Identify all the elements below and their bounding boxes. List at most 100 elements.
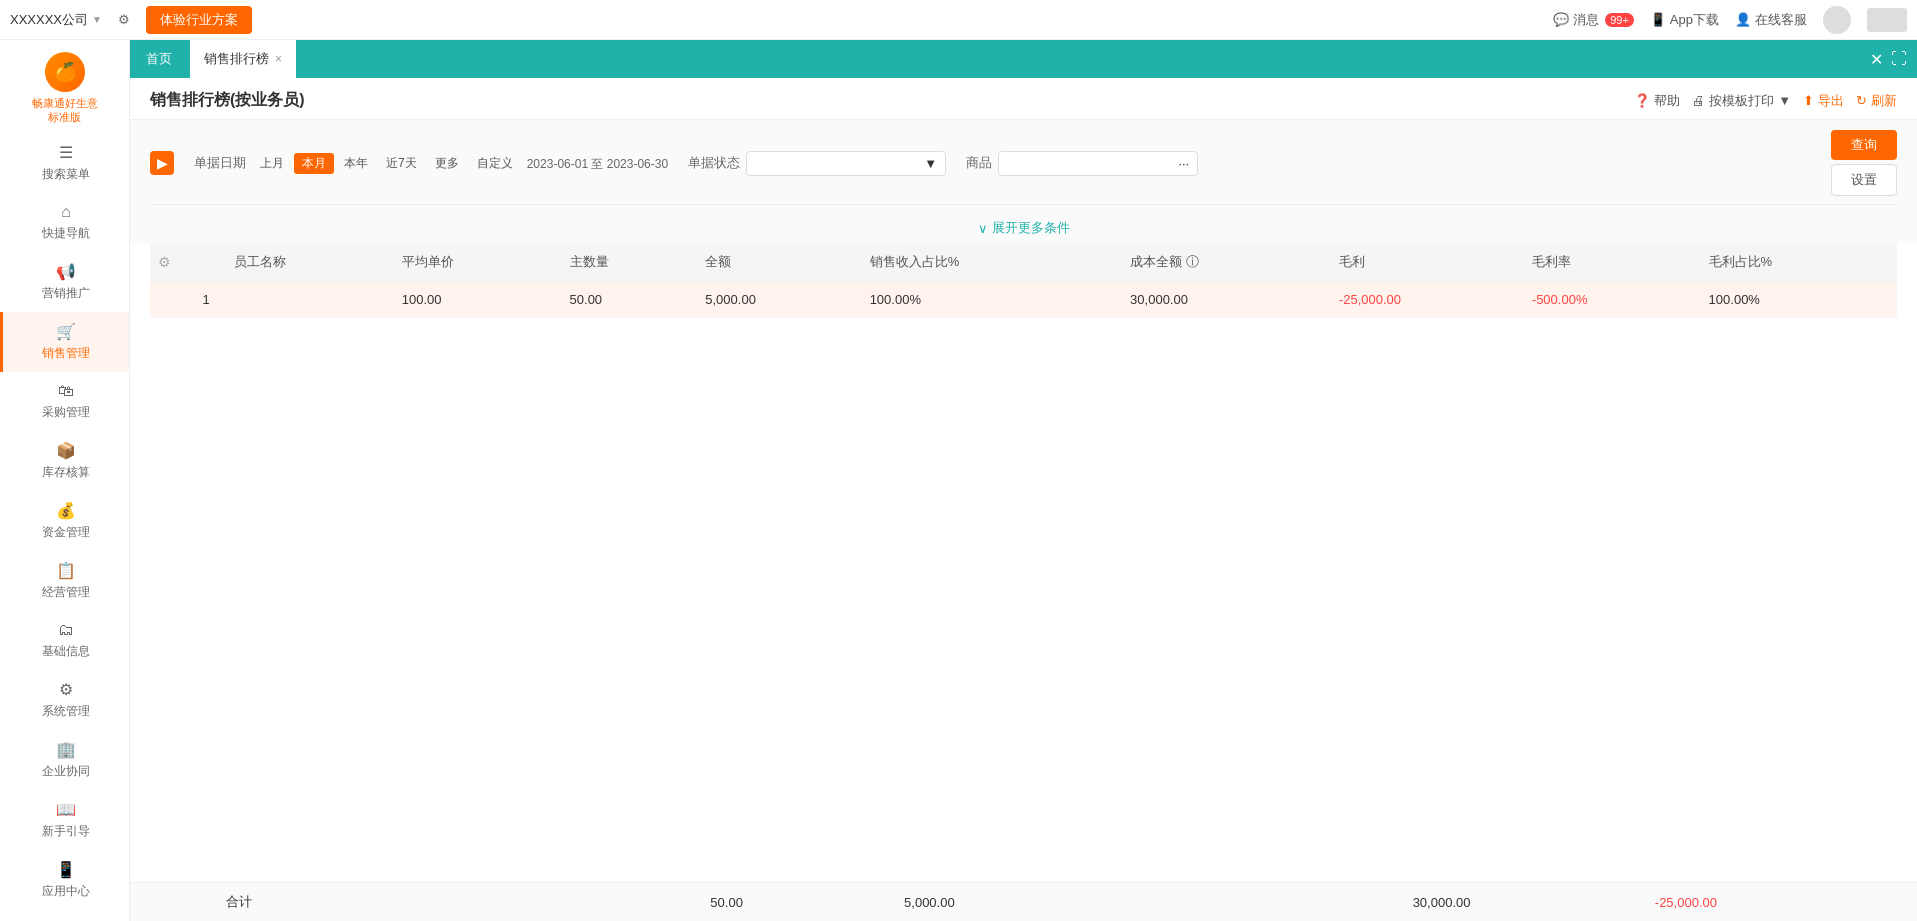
help-label: 帮助 [1654, 92, 1680, 110]
table-footer: 合计 50.00 5,000.00 30,000.00 -25,000.00 [130, 882, 1917, 921]
tab-minimize-icon[interactable]: ✕ [1870, 50, 1883, 69]
page-title: 销售排行榜(按业务员) [150, 90, 305, 111]
col-profit-rate: 毛利率 [1524, 243, 1701, 282]
footer-table: 合计 50.00 5,000.00 30,000.00 -25,000.00 [150, 893, 1897, 911]
print-button[interactable]: 🖨 按模板打印 ▼ [1692, 92, 1791, 110]
footer-amount: 5,000.00 [904, 893, 1146, 911]
refresh-button[interactable]: ↻ 刷新 [1856, 92, 1897, 110]
filter-grid: ▶ 单据日期 上月 本月 本年 近7天 更多 自定义 2023-06-01 至 … [150, 130, 1897, 196]
export-button[interactable]: ⬆ 导出 [1803, 92, 1844, 110]
user-avatar[interactable] [1823, 6, 1851, 34]
sidebar-item-label: 销售管理 [42, 345, 90, 362]
sidebar-item-wechat[interactable]: 💬 企业微信 [0, 910, 129, 921]
table-header: ⚙ 员工名称 平均单价 主数量 全额 销售收入占比% 成本全额 ⓘ 毛利 毛利率… [150, 243, 1897, 282]
table-body: 1 100.00 50.00 5,000.00 100.00% 30,000.0… [150, 282, 1897, 318]
company-selector[interactable]: XXXXXX公司 ▼ [10, 11, 102, 29]
top-bar: XXXXXX公司 ▼ ⚙ 体验行业方案 💬 消息 99+ 📱 App下载 👤 在… [0, 0, 1917, 40]
main-content: 首页 销售排行榜 × ✕ ⛶ 销售排行榜(按业务员) ❓ 帮助 [130, 40, 1917, 921]
online-service-label: 在线客服 [1755, 11, 1807, 29]
sidebar-item-inventory[interactable]: 📦 库存核算 [0, 431, 129, 491]
sidebar-item-sales[interactable]: 🛒 销售管理 [0, 312, 129, 372]
status-select[interactable]: ▼ [746, 151, 946, 176]
query-button[interactable]: 查询 [1831, 130, 1897, 160]
date-filter-label: 单据日期 [194, 154, 246, 172]
status-filter: 单据状态 ▼ [688, 151, 946, 176]
top-bar-right: 💬 消息 99+ 📱 App下载 👤 在线客服 [1553, 6, 1907, 34]
logo-icon: 🍊 [45, 52, 85, 92]
sidebar-item-finance[interactable]: 💰 资金管理 [0, 491, 129, 551]
sidebar-item-apps[interactable]: 📱 应用中心 [0, 850, 129, 910]
header-actions: ❓ 帮助 🖨 按模板打印 ▼ ⬆ 导出 ↻ 刷新 [1634, 92, 1897, 110]
apps-icon: 📱 [56, 860, 76, 879]
column-settings-icon[interactable]: ⚙ [158, 254, 171, 270]
sidebar-item-marketing[interactable]: 📢 营销推广 [0, 252, 129, 312]
trial-button[interactable]: 体验行业方案 [146, 6, 252, 34]
tab-bar-actions: ✕ ⛶ [1870, 50, 1917, 69]
enterprise-icon: 🏢 [56, 740, 76, 759]
date-tab-custom[interactable]: 自定义 [469, 153, 521, 174]
logo-text: 畅康通好生意 标准版 [32, 96, 98, 125]
col-sales-pct: 销售收入占比% [862, 243, 1122, 282]
expand-more-label: 展开更多条件 [992, 219, 1070, 237]
expand-more-button[interactable]: ∨ 展开更多条件 [978, 219, 1070, 237]
date-tab-more[interactable]: 更多 [427, 153, 467, 174]
footer-avg-price-cell [517, 893, 711, 911]
tab-sales-ranking[interactable]: 销售排行榜 × [190, 40, 296, 78]
sidebar-item-label: 企业协同 [42, 763, 90, 780]
expand-more-area: ∨ 展开更多条件 [150, 204, 1897, 243]
sidebar-item-purchase[interactable]: 🛍 采购管理 [0, 372, 129, 431]
sidebar-item-basics[interactable]: 🗂 基础信息 [0, 611, 129, 670]
basics-icon: 🗂 [58, 621, 74, 639]
page-content-area: 销售排行榜(按业务员) ❓ 帮助 🖨 按模板打印 ▼ ⬆ 导出 [130, 78, 1917, 921]
date-tab-last-month[interactable]: 上月 [252, 153, 292, 174]
sidebar-item-operations[interactable]: 📋 经营管理 [0, 551, 129, 611]
sidebar-item-guide[interactable]: 📖 新手引导 [0, 790, 129, 850]
footer-label: 合计 [226, 893, 517, 911]
sidebar-nav: ☰ 搜索菜单 ⌂ 快捷导航 📢 营销推广 🛒 销售管理 🛍 采购管理 📦 库 [0, 133, 129, 921]
tab-close-button[interactable]: × [275, 52, 282, 66]
filter-toggle-button[interactable]: ▶ [150, 151, 174, 175]
message-button[interactable]: 💬 消息 99+ [1553, 11, 1634, 29]
message-badge: 99+ [1605, 13, 1634, 27]
sidebar-logo: 🍊 畅康通好生意 标准版 [0, 40, 129, 133]
sidebar-item-label: 资金管理 [42, 524, 90, 541]
col-quantity: 主数量 [562, 243, 698, 282]
tab-label: 销售排行榜 [204, 50, 269, 68]
company-dropdown-arrow: ▼ [92, 14, 102, 25]
table-area: ⚙ 员工名称 平均单价 主数量 全额 销售收入占比% 成本全额 ⓘ 毛利 毛利率… [130, 243, 1917, 882]
setting-button[interactable]: 设置 [1831, 164, 1897, 196]
sidebar-item-system[interactable]: ⚙ 系统管理 [0, 670, 129, 730]
finance-icon: 💰 [56, 501, 76, 520]
app-download-button[interactable]: 📱 App下载 [1650, 11, 1719, 29]
marketing-icon: 📢 [56, 262, 76, 281]
sidebar-item-search-menu[interactable]: ☰ 搜索菜单 [0, 133, 129, 193]
date-tab-this-month[interactable]: 本月 [294, 153, 334, 174]
col-profit-pct: 毛利占比% [1701, 243, 1897, 282]
row-cost: 30,000.00 [1122, 282, 1331, 318]
footer-row: 合计 50.00 5,000.00 30,000.00 -25,000.00 [150, 893, 1897, 911]
tab-home[interactable]: 首页 [130, 40, 188, 78]
goods-select[interactable]: ··· [998, 151, 1198, 176]
goods-filter-label: 商品 [966, 154, 992, 172]
sidebar-item-enterprise[interactable]: 🏢 企业协同 [0, 730, 129, 790]
page-header: 销售排行榜(按业务员) ❓ 帮助 🖨 按模板打印 ▼ ⬆ 导出 [130, 78, 1917, 120]
row-rank: 1 [186, 282, 226, 318]
row-avg-price: 100.00 [394, 282, 562, 318]
date-tab-7days[interactable]: 近7天 [378, 153, 425, 174]
search-menu-icon: ☰ [59, 143, 73, 162]
online-service-button[interactable]: 👤 在线客服 [1735, 11, 1807, 29]
quick-nav-icon: ⌂ [61, 203, 71, 221]
sidebar-item-quick-nav[interactable]: ⌂ 快捷导航 [0, 193, 129, 252]
top-gear-button[interactable]: ⚙ [110, 6, 138, 34]
company-name: XXXXXX公司 [10, 11, 88, 29]
sidebar-item-label: 库存核算 [42, 464, 90, 481]
tab-maximize-icon[interactable]: ⛶ [1891, 50, 1907, 68]
user-name-placeholder [1867, 8, 1907, 32]
app-icon: 📱 [1650, 12, 1666, 27]
row-employee-name [226, 282, 394, 318]
help-button[interactable]: ❓ 帮助 [1634, 92, 1680, 110]
guide-icon: 📖 [56, 800, 76, 819]
col-profit: 毛利 [1331, 243, 1524, 282]
sidebar-item-label: 采购管理 [42, 404, 90, 421]
date-tab-this-year[interactable]: 本年 [336, 153, 376, 174]
